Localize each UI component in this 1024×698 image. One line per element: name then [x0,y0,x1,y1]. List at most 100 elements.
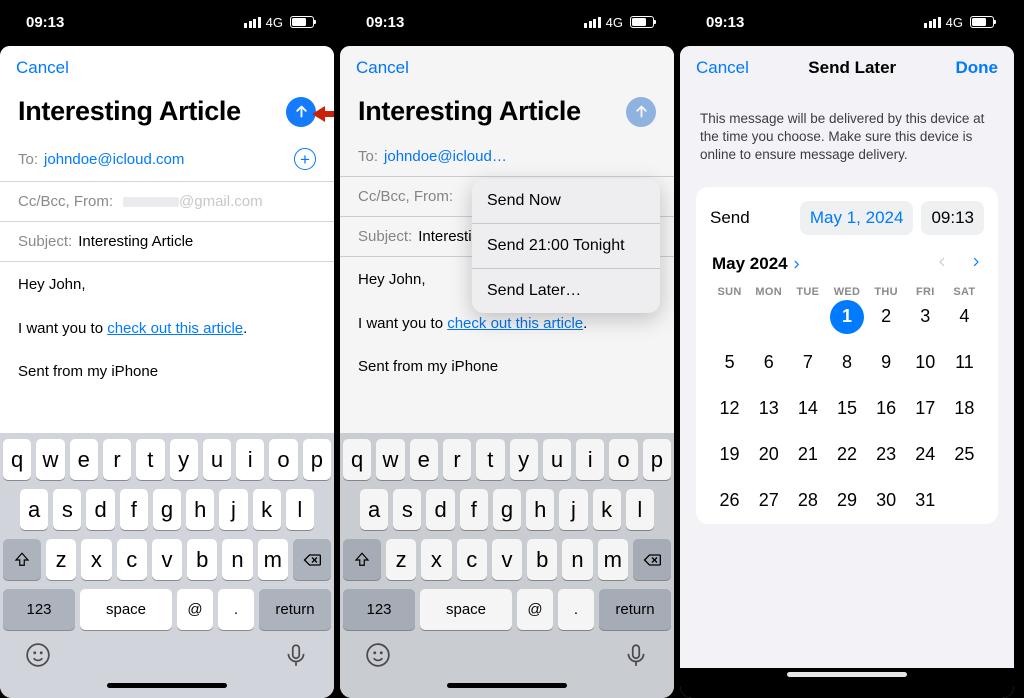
cal-day-4[interactable]: 4 [945,304,984,330]
cancel-button[interactable]: Cancel [356,58,409,78]
mic-icon[interactable] [623,642,649,673]
key-m[interactable]: m [258,539,288,580]
cal-day-29[interactable]: 29 [827,488,866,514]
cal-day-15[interactable]: 15 [827,396,866,422]
date-picker-button[interactable]: May 1, 2024 [800,201,914,235]
cal-day-11[interactable]: 11 [945,350,984,376]
cal-day-20[interactable]: 20 [749,442,788,468]
cal-day-18[interactable]: 18 [945,396,984,422]
key-v[interactable]: v [152,539,182,580]
cal-day-31[interactable]: 31 [906,488,945,514]
return-key[interactable]: return [259,589,331,630]
cancel-button[interactable]: Cancel [16,58,69,78]
to-field[interactable]: To: johndoe@icloud.com + [0,137,334,182]
space-key[interactable]: space [80,589,172,630]
key-n[interactable]: n [562,539,592,580]
mic-icon[interactable] [283,642,309,673]
cal-day-12[interactable]: 12 [710,396,749,422]
key-o[interactable]: o [269,439,297,480]
done-button[interactable]: Done [956,58,999,78]
cal-day-3[interactable]: 3 [906,304,945,330]
cal-day-17[interactable]: 17 [906,396,945,422]
cal-day-1[interactable]: 1 [827,304,866,330]
key-s[interactable]: s [53,489,81,530]
cal-day-28[interactable]: 28 [788,488,827,514]
cal-day-7[interactable]: 7 [788,350,827,376]
key-f[interactable]: f [120,489,148,530]
key-e[interactable]: e [410,439,438,480]
key-p[interactable]: p [643,439,671,480]
cal-day-9[interactable]: 9 [867,350,906,376]
cal-day-23[interactable]: 23 [867,442,906,468]
cal-day-25[interactable]: 25 [945,442,984,468]
home-indicator[interactable] [447,683,567,688]
cal-day-26[interactable]: 26 [710,488,749,514]
key-x[interactable]: x [421,539,451,580]
prev-month-button[interactable] [936,253,948,276]
menu-send-later[interactable]: Send Later… [472,269,660,313]
key-i[interactable]: i [236,439,264,480]
key-a[interactable]: a [20,489,48,530]
cancel-button[interactable]: Cancel [696,58,749,78]
next-month-button[interactable] [970,253,982,276]
key-g[interactable]: g [493,489,521,530]
key-q[interactable]: q [3,439,31,480]
cal-day-19[interactable]: 19 [710,442,749,468]
cal-day-16[interactable]: 16 [867,396,906,422]
cal-day-5[interactable]: 5 [710,350,749,376]
key-l[interactable]: l [286,489,314,530]
body-link[interactable]: check out this article [447,315,583,332]
send-button[interactable] [626,97,656,127]
space-key[interactable]: space [420,589,512,630]
key-j[interactable]: j [559,489,587,530]
key-t[interactable]: t [136,439,164,480]
dot-key[interactable]: . [558,589,594,630]
key-k[interactable]: k [593,489,621,530]
key-r[interactable]: r [103,439,131,480]
key-q[interactable]: q [343,439,371,480]
cal-day-6[interactable]: 6 [749,350,788,376]
key-h[interactable]: h [526,489,554,530]
return-key[interactable]: return [599,589,671,630]
cal-day-13[interactable]: 13 [749,396,788,422]
key-f[interactable]: f [460,489,488,530]
key-c[interactable]: c [117,539,147,580]
shift-key[interactable] [3,539,41,580]
cal-day-22[interactable]: 22 [827,442,866,468]
key-d[interactable]: d [86,489,114,530]
key-y[interactable]: y [510,439,538,480]
key-x[interactable]: x [81,539,111,580]
key-z[interactable]: z [386,539,416,580]
home-indicator[interactable] [107,683,227,688]
key-t[interactable]: t [476,439,504,480]
cal-day-14[interactable]: 14 [788,396,827,422]
key-j[interactable]: j [219,489,247,530]
cal-day-27[interactable]: 27 [749,488,788,514]
key-m[interactable]: m [598,539,628,580]
home-indicator[interactable] [787,672,907,677]
add-recipient-button[interactable]: + [294,148,316,170]
key-r[interactable]: r [443,439,471,480]
cal-day-8[interactable]: 8 [827,350,866,376]
key-i[interactable]: i [576,439,604,480]
key-u[interactable]: u [543,439,571,480]
menu-send-now[interactable]: Send Now [472,179,660,224]
key-s[interactable]: s [393,489,421,530]
key-b[interactable]: b [187,539,217,580]
body-link[interactable]: check out this article [107,320,243,337]
cal-day-24[interactable]: 24 [906,442,945,468]
cal-day-21[interactable]: 21 [788,442,827,468]
numeric-key[interactable]: 123 [343,589,415,630]
email-body[interactable]: Hey John, I want you to check out this a… [0,262,334,433]
key-c[interactable]: c [457,539,487,580]
subject-field[interactable]: Subject: Interesting Article [0,222,334,262]
numeric-key[interactable]: 123 [3,589,75,630]
month-selector[interactable]: May 2024 [712,254,802,274]
cal-day-2[interactable]: 2 [867,304,906,330]
shift-key[interactable] [343,539,381,580]
key-z[interactable]: z [46,539,76,580]
key-p[interactable]: p [303,439,331,480]
key-a[interactable]: a [360,489,388,530]
key-y[interactable]: y [170,439,198,480]
at-key[interactable]: @ [177,589,213,630]
